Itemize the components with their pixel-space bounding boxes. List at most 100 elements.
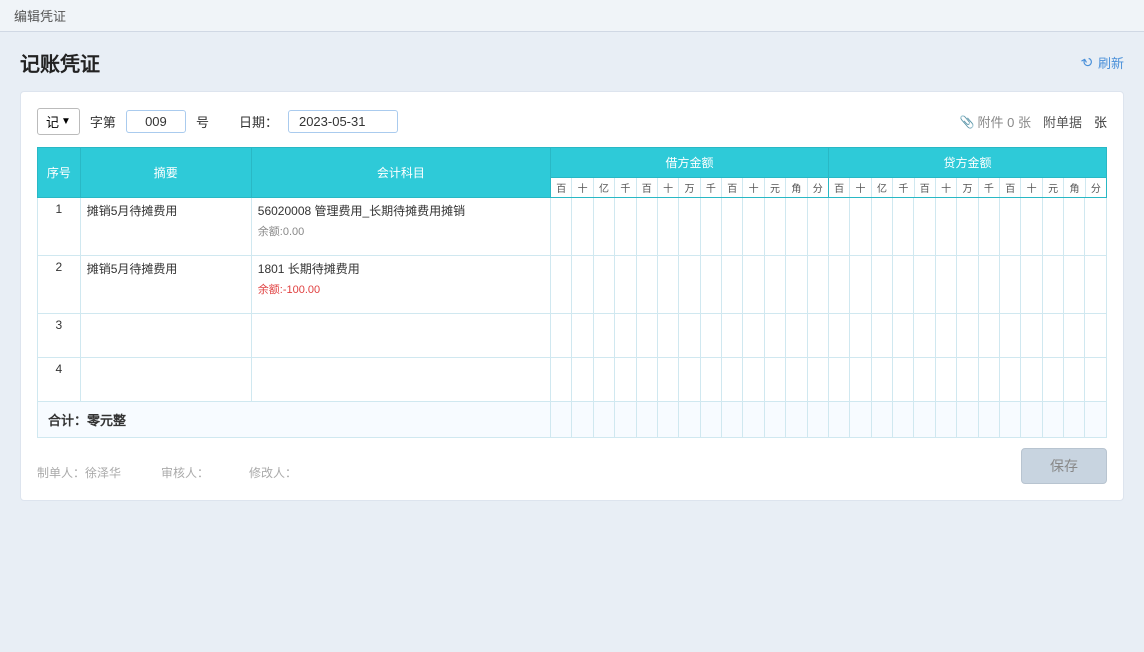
- credit-digit-cell[interactable]: [850, 256, 871, 314]
- credit-digit-cell[interactable]: [893, 198, 914, 256]
- attachment-link[interactable]: 📎 附件 0 张: [960, 112, 1031, 131]
- credit-digit-cell[interactable]: [893, 358, 914, 402]
- ji-dropdown-button[interactable]: 记 ▼: [37, 108, 80, 135]
- row-summary[interactable]: 摊销5月待摊费用: [80, 198, 251, 256]
- credit-digit-cell[interactable]: [850, 198, 871, 256]
- debit-digit-cell[interactable]: [722, 358, 743, 402]
- debit-digit-cell[interactable]: [722, 256, 743, 314]
- credit-digit-cell[interactable]: [978, 314, 999, 358]
- credit-digit-cell[interactable]: [1021, 314, 1042, 358]
- credit-digit-cell[interactable]: [850, 314, 871, 358]
- credit-digit-cell[interactable]: [978, 358, 999, 402]
- credit-digit-cell[interactable]: [871, 358, 892, 402]
- credit-digit-cell[interactable]: [893, 256, 914, 314]
- row-account[interactable]: [251, 314, 550, 358]
- credit-digit-cell[interactable]: [1064, 358, 1085, 402]
- debit-digit-cell[interactable]: [593, 198, 614, 256]
- debit-digit-cell[interactable]: [700, 198, 721, 256]
- credit-digit-cell[interactable]: [999, 358, 1020, 402]
- credit-digit-cell[interactable]: [850, 358, 871, 402]
- debit-digit-cell[interactable]: [615, 198, 636, 256]
- credit-digit-cell[interactable]: [999, 314, 1020, 358]
- debit-digit-cell[interactable]: [764, 358, 785, 402]
- credit-digit-cell[interactable]: [1042, 256, 1063, 314]
- credit-digit-cell[interactable]: [1085, 256, 1107, 314]
- row-account[interactable]: [251, 358, 550, 402]
- debit-digit-cell[interactable]: [700, 358, 721, 402]
- credit-digit-cell[interactable]: [914, 314, 935, 358]
- date-input[interactable]: [288, 110, 398, 133]
- refresh-button[interactable]: ↻ 刷新: [1082, 53, 1124, 72]
- debit-digit-cell[interactable]: [743, 358, 764, 402]
- credit-digit-cell[interactable]: [1064, 314, 1085, 358]
- debit-digit-cell[interactable]: [615, 256, 636, 314]
- debit-digit-cell[interactable]: [657, 256, 678, 314]
- debit-digit-cell[interactable]: [700, 314, 721, 358]
- debit-digit-cell[interactable]: [807, 198, 828, 256]
- debit-digit-cell[interactable]: [807, 358, 828, 402]
- credit-digit-cell[interactable]: [871, 256, 892, 314]
- credit-digit-cell[interactable]: [935, 314, 956, 358]
- debit-digit-cell[interactable]: [807, 256, 828, 314]
- debit-digit-cell[interactable]: [551, 256, 572, 314]
- debit-digit-cell[interactable]: [657, 314, 678, 358]
- debit-digit-cell[interactable]: [636, 256, 657, 314]
- attachment-slip-link[interactable]: 附单据: [1043, 112, 1082, 131]
- row-summary[interactable]: 摊销5月待摊费用: [80, 256, 251, 314]
- debit-digit-cell[interactable]: [636, 198, 657, 256]
- debit-digit-cell[interactable]: [551, 358, 572, 402]
- debit-digit-cell[interactable]: [679, 358, 700, 402]
- credit-digit-cell[interactable]: [999, 198, 1020, 256]
- debit-digit-cell[interactable]: [786, 314, 807, 358]
- credit-digit-cell[interactable]: [1064, 198, 1085, 256]
- credit-digit-cell[interactable]: [1085, 198, 1107, 256]
- debit-digit-cell[interactable]: [679, 198, 700, 256]
- debit-digit-cell[interactable]: [722, 314, 743, 358]
- credit-digit-cell[interactable]: [935, 358, 956, 402]
- debit-digit-cell[interactable]: [743, 198, 764, 256]
- debit-digit-cell[interactable]: [786, 198, 807, 256]
- debit-digit-cell[interactable]: [615, 358, 636, 402]
- debit-digit-cell[interactable]: [743, 256, 764, 314]
- credit-digit-cell[interactable]: [957, 314, 978, 358]
- debit-digit-cell[interactable]: [636, 314, 657, 358]
- debit-digit-cell[interactable]: [572, 314, 593, 358]
- credit-digit-cell[interactable]: [1021, 358, 1042, 402]
- zi-di-input[interactable]: [126, 110, 186, 133]
- credit-digit-cell[interactable]: [828, 314, 849, 358]
- credit-digit-cell[interactable]: [978, 198, 999, 256]
- debit-digit-cell[interactable]: [722, 198, 743, 256]
- credit-digit-cell[interactable]: [935, 198, 956, 256]
- credit-digit-cell[interactable]: [914, 198, 935, 256]
- debit-digit-cell[interactable]: [807, 314, 828, 358]
- credit-digit-cell[interactable]: [914, 358, 935, 402]
- credit-digit-cell[interactable]: [1042, 198, 1063, 256]
- debit-digit-cell[interactable]: [764, 314, 785, 358]
- credit-digit-cell[interactable]: [1042, 358, 1063, 402]
- credit-digit-cell[interactable]: [1085, 358, 1107, 402]
- debit-digit-cell[interactable]: [764, 198, 785, 256]
- credit-digit-cell[interactable]: [1064, 256, 1085, 314]
- debit-digit-cell[interactable]: [551, 198, 572, 256]
- credit-digit-cell[interactable]: [999, 256, 1020, 314]
- credit-digit-cell[interactable]: [957, 358, 978, 402]
- credit-digit-cell[interactable]: [957, 198, 978, 256]
- debit-digit-cell[interactable]: [572, 256, 593, 314]
- debit-digit-cell[interactable]: [593, 314, 614, 358]
- debit-digit-cell[interactable]: [657, 358, 678, 402]
- debit-digit-cell[interactable]: [572, 198, 593, 256]
- credit-digit-cell[interactable]: [1021, 198, 1042, 256]
- credit-digit-cell[interactable]: [1085, 314, 1107, 358]
- credit-digit-cell[interactable]: [1021, 256, 1042, 314]
- debit-digit-cell[interactable]: [786, 256, 807, 314]
- debit-digit-cell[interactable]: [764, 256, 785, 314]
- credit-digit-cell[interactable]: [1042, 314, 1063, 358]
- credit-digit-cell[interactable]: [828, 198, 849, 256]
- debit-digit-cell[interactable]: [679, 256, 700, 314]
- row-account[interactable]: 1801 长期待摊费用余额:-100.00: [251, 256, 550, 314]
- credit-digit-cell[interactable]: [828, 358, 849, 402]
- debit-digit-cell[interactable]: [700, 256, 721, 314]
- row-account[interactable]: 56020008 管理费用_长期待摊费用摊销余额:0.00: [251, 198, 550, 256]
- debit-digit-cell[interactable]: [657, 198, 678, 256]
- credit-digit-cell[interactable]: [871, 314, 892, 358]
